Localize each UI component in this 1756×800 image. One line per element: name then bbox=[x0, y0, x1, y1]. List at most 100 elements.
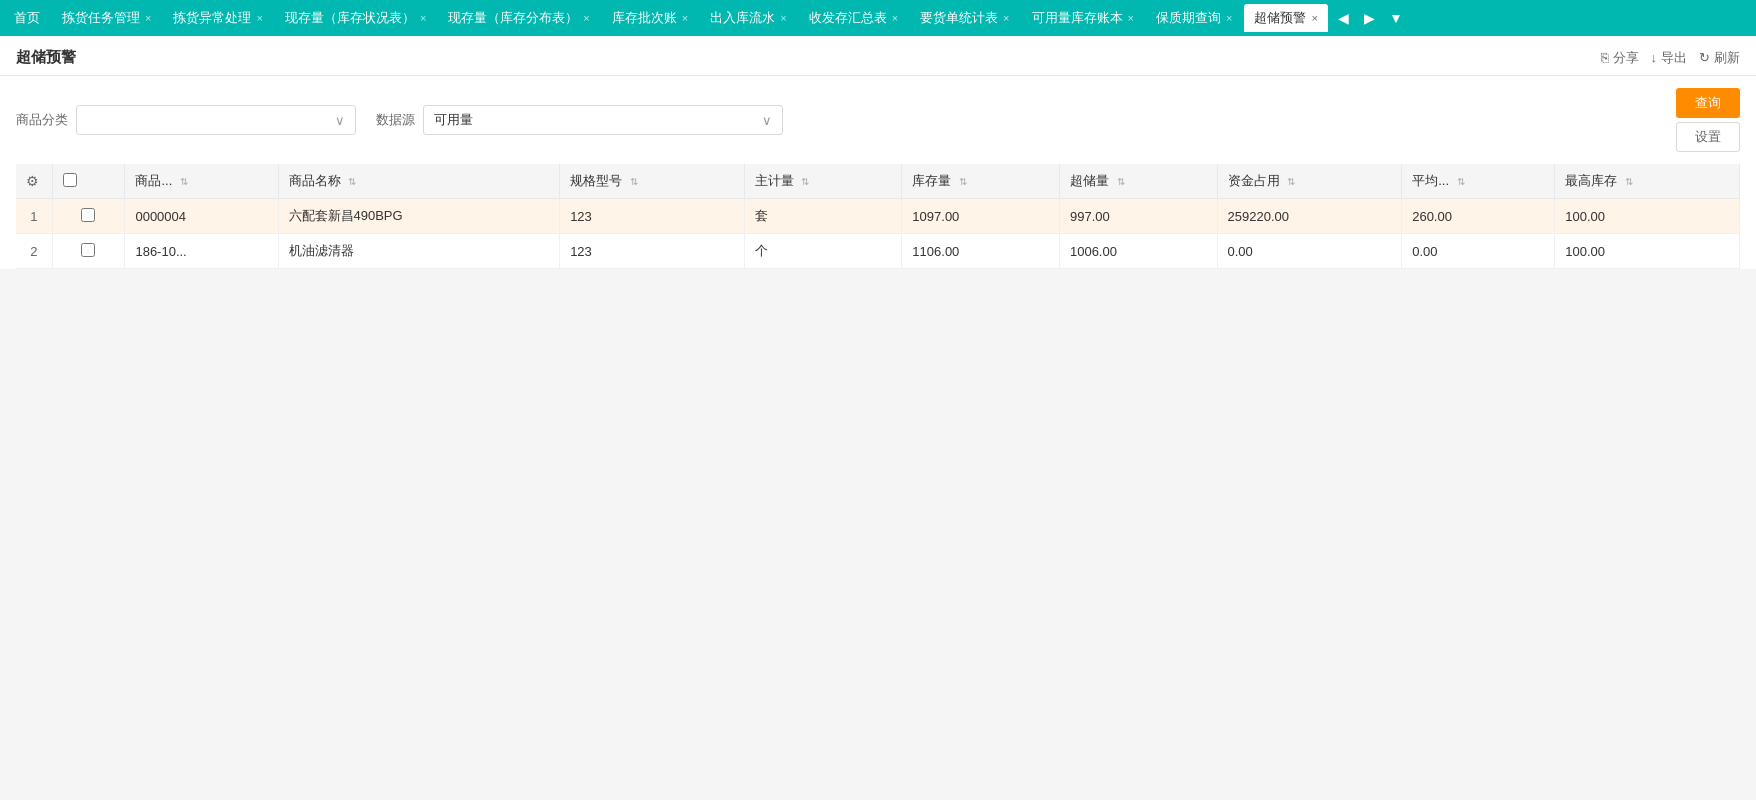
header-actions: ⎘ 分享 ↓ 导出 ↻ 刷新 bbox=[1601, 49, 1741, 67]
nav-tab-available[interactable]: 可用量库存账本 × bbox=[1022, 4, 1144, 32]
filter-actions: 查询 设置 bbox=[1676, 88, 1740, 152]
nav-tab-stock-status-label: 现存量（库存状况表） bbox=[285, 9, 415, 27]
close-icon[interactable]: × bbox=[892, 12, 898, 24]
col-product-code-label: 商品... bbox=[135, 173, 172, 188]
nav-tab-overstock[interactable]: 超储预警 × bbox=[1244, 4, 1327, 32]
nav-tab-collect-label: 收发存汇总表 bbox=[809, 9, 887, 27]
col-product-name-label: 商品名称 bbox=[289, 173, 341, 188]
close-icon[interactable]: × bbox=[780, 12, 786, 24]
nav-tab-order-stat[interactable]: 要货单统计表 × bbox=[910, 4, 1019, 32]
product-name-0: 六配套新昌490BPG bbox=[278, 199, 560, 234]
nav-tab-task-label: 拣货任务管理 bbox=[62, 9, 140, 27]
nav-tab-inout-label: 出入库流水 bbox=[710, 9, 775, 27]
product-code-0: 0000004 bbox=[125, 199, 278, 234]
export-icon: ↓ bbox=[1651, 50, 1658, 65]
gear-icon[interactable]: ⚙ bbox=[26, 173, 39, 189]
table-container: ⚙ 商品... ⇅ 商品名称 ⇅ 规格型号 ⇅ bbox=[0, 164, 1756, 269]
row-num-1: 2 bbox=[16, 234, 52, 269]
sort-icon: ⇅ bbox=[1625, 176, 1633, 187]
datasource-select[interactable]: 可用量 ∨ bbox=[423, 105, 783, 135]
close-icon[interactable]: × bbox=[1311, 12, 1317, 24]
chevron-down-icon: ∨ bbox=[762, 113, 772, 128]
data-table: ⚙ 商品... ⇅ 商品名称 ⇅ 规格型号 ⇅ bbox=[16, 164, 1740, 269]
avg-0: 260.00 bbox=[1402, 199, 1555, 234]
close-icon[interactable]: × bbox=[256, 12, 262, 24]
col-stock-label: 库存量 bbox=[912, 173, 951, 188]
row-select-checkbox[interactable] bbox=[81, 208, 95, 222]
share-label: 分享 bbox=[1613, 49, 1639, 67]
nav-tab-available-label: 可用量库存账本 bbox=[1032, 9, 1123, 27]
nav-tab-home[interactable]: 首页 bbox=[4, 4, 50, 32]
row-checkbox-1[interactable] bbox=[52, 234, 125, 269]
category-label: 商品分类 bbox=[16, 111, 68, 129]
nav-tab-overstock-label: 超储预警 bbox=[1254, 9, 1306, 27]
col-stock[interactable]: 库存量 ⇅ bbox=[902, 164, 1060, 199]
nav-tab-order-stat-label: 要货单统计表 bbox=[920, 9, 998, 27]
nav-prev-btn[interactable]: ◀ bbox=[1332, 4, 1356, 32]
overstock-1: 1006.00 bbox=[1059, 234, 1217, 269]
nav-next-btn[interactable]: ▶ bbox=[1358, 4, 1382, 32]
datasource-label: 数据源 bbox=[376, 111, 415, 129]
col-max-stock-label: 最高库存 bbox=[1565, 173, 1617, 188]
export-label: 导出 bbox=[1661, 49, 1687, 67]
refresh-icon: ↻ bbox=[1699, 50, 1710, 65]
nav-tab-abnormal[interactable]: 拣货异常处理 × bbox=[163, 4, 272, 32]
close-icon[interactable]: × bbox=[1226, 12, 1232, 24]
col-checkbox bbox=[52, 164, 125, 199]
col-spec[interactable]: 规格型号 ⇅ bbox=[560, 164, 745, 199]
nav-tab-task[interactable]: 拣货任务管理 × bbox=[52, 4, 161, 32]
nav-tab-stock-dist[interactable]: 现存量（库存分布表） × bbox=[438, 4, 599, 32]
refresh-label: 刷新 bbox=[1714, 49, 1740, 67]
unit-1: 个 bbox=[744, 234, 902, 269]
sort-icon: ⇅ bbox=[630, 176, 638, 187]
nav-tab-collect[interactable]: 收发存汇总表 × bbox=[799, 4, 908, 32]
nav-tab-stock-status[interactable]: 现存量（库存状况表） × bbox=[275, 4, 436, 32]
page-title: 超储预警 bbox=[16, 48, 76, 67]
table-row: 2 186-10... 机油滤清器 123 个 1106.00 1006.00 … bbox=[16, 234, 1740, 269]
close-icon[interactable]: × bbox=[1003, 12, 1009, 24]
close-icon[interactable]: × bbox=[420, 12, 426, 24]
col-avg-label: 平均... bbox=[1412, 173, 1449, 188]
col-unit-label: 主计量 bbox=[755, 173, 794, 188]
chevron-down-icon: ∨ bbox=[335, 113, 345, 128]
category-select[interactable]: ∨ bbox=[76, 105, 356, 135]
nav-tab-inout[interactable]: 出入库流水 × bbox=[700, 4, 796, 32]
table-row: 1 0000004 六配套新昌490BPG 123 套 1097.00 997.… bbox=[16, 199, 1740, 234]
col-max-stock[interactable]: 最高库存 ⇅ bbox=[1555, 164, 1740, 199]
row-checkbox-0[interactable] bbox=[52, 199, 125, 234]
stock-0: 1097.00 bbox=[902, 199, 1060, 234]
close-icon[interactable]: × bbox=[682, 12, 688, 24]
nav-tab-batch[interactable]: 库存批次账 × bbox=[602, 4, 698, 32]
col-avg[interactable]: 平均... ⇅ bbox=[1402, 164, 1555, 199]
col-product-name[interactable]: 商品名称 ⇅ bbox=[278, 164, 560, 199]
nav-tab-quality[interactable]: 保质期查询 × bbox=[1146, 4, 1242, 32]
close-icon[interactable]: × bbox=[145, 12, 151, 24]
query-button[interactable]: 查询 bbox=[1676, 88, 1740, 118]
row-select-checkbox[interactable] bbox=[81, 243, 95, 257]
share-icon: ⎘ bbox=[1601, 50, 1609, 65]
col-unit[interactable]: 主计量 ⇅ bbox=[744, 164, 902, 199]
settings-button[interactable]: 设置 bbox=[1676, 122, 1740, 152]
col-overstock-label: 超储量 bbox=[1070, 173, 1109, 188]
filter-bar: 商品分类 ∨ 数据源 可用量 ∨ 查询 设置 bbox=[0, 76, 1756, 164]
export-button[interactable]: ↓ 导出 bbox=[1651, 49, 1688, 67]
nav-more-btn[interactable]: ▼ bbox=[1384, 4, 1408, 32]
top-nav: 首页 拣货任务管理 × 拣货异常处理 × 现存量（库存状况表） × 现存量（库存… bbox=[0, 0, 1756, 36]
category-filter: 商品分类 ∨ bbox=[16, 105, 356, 135]
col-capital-label: 资金占用 bbox=[1228, 173, 1280, 188]
close-icon[interactable]: × bbox=[1128, 12, 1134, 24]
share-button[interactable]: ⎘ 分享 bbox=[1601, 49, 1639, 67]
sort-icon: ⇅ bbox=[1117, 176, 1125, 187]
stock-1: 1106.00 bbox=[902, 234, 1060, 269]
col-settings[interactable]: ⚙ bbox=[16, 164, 52, 199]
unit-0: 套 bbox=[744, 199, 902, 234]
spec-1: 123 bbox=[560, 234, 745, 269]
close-icon[interactable]: × bbox=[583, 12, 589, 24]
select-all-checkbox[interactable] bbox=[63, 173, 77, 187]
col-overstock[interactable]: 超储量 ⇅ bbox=[1059, 164, 1217, 199]
col-capital[interactable]: 资金占用 ⇅ bbox=[1217, 164, 1402, 199]
refresh-button[interactable]: ↻ 刷新 bbox=[1699, 49, 1740, 67]
col-product-code[interactable]: 商品... ⇅ bbox=[125, 164, 278, 199]
col-spec-label: 规格型号 bbox=[570, 173, 622, 188]
product-name-1: 机油滤清器 bbox=[278, 234, 560, 269]
